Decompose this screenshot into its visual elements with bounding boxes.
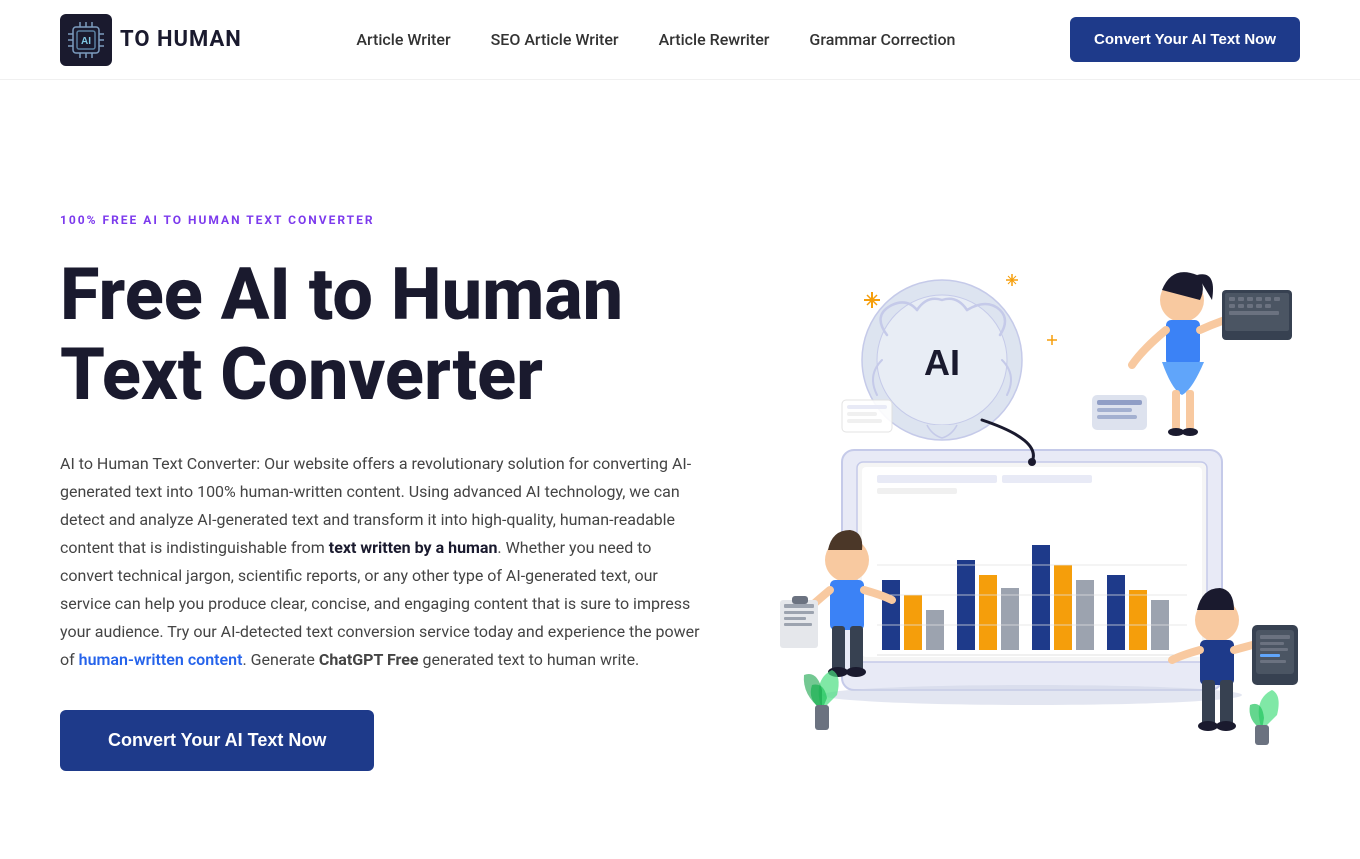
human-written-content-link[interactable]: human-written content bbox=[79, 650, 243, 669]
hero-title: Free AI to Human Text Converter bbox=[60, 255, 742, 413]
nav-article-rewriter[interactable]: Article Rewriter bbox=[659, 30, 770, 49]
chatgpt-free-bold: ChatGPT Free bbox=[319, 650, 419, 669]
svg-text:AI: AI bbox=[81, 36, 91, 47]
nav-article-rewriter-link[interactable]: Article Rewriter bbox=[659, 30, 770, 49]
nav-seo-article-writer-link[interactable]: SEO Article Writer bbox=[491, 30, 619, 49]
nav-cta-button[interactable]: Convert Your AI Text Now bbox=[1070, 17, 1300, 62]
nav-article-writer-link[interactable]: Article Writer bbox=[356, 30, 450, 49]
nav-links: Article Writer SEO Article Writer Articl… bbox=[356, 30, 955, 49]
hero-cta-button[interactable]: Convert Your AI Text Now bbox=[60, 710, 374, 771]
bold-text-human: text written by a human bbox=[329, 538, 498, 557]
hero-section: 100% FREE AI TO HUMAN TEXT CONVERTER Fre… bbox=[0, 80, 1360, 840]
svg-text:AI: AI bbox=[924, 342, 960, 383]
hero-illustration: AI bbox=[742, 190, 1302, 790]
hero-illustration-svg: AI bbox=[742, 220, 1302, 760]
hero-description: AI to Human Text Converter: Our website … bbox=[60, 450, 700, 674]
logo[interactable]: AI TO HUMAN bbox=[60, 14, 242, 66]
logo-icon: AI bbox=[60, 14, 112, 66]
nav-grammar-correction-link[interactable]: Grammar Correction bbox=[809, 30, 955, 49]
hero-content: 100% FREE AI TO HUMAN TEXT CONVERTER Fre… bbox=[60, 209, 742, 770]
logo-text: TO HUMAN bbox=[120, 27, 242, 52]
nav-grammar-correction[interactable]: Grammar Correction bbox=[809, 30, 955, 49]
hero-badge: 100% FREE AI TO HUMAN TEXT CONVERTER bbox=[60, 213, 375, 227]
nav-article-writer[interactable]: Article Writer bbox=[356, 30, 450, 49]
nav-seo-article-writer[interactable]: SEO Article Writer bbox=[491, 30, 619, 49]
navbar: AI TO HUMAN Article Writer SEO Article W… bbox=[0, 0, 1360, 80]
